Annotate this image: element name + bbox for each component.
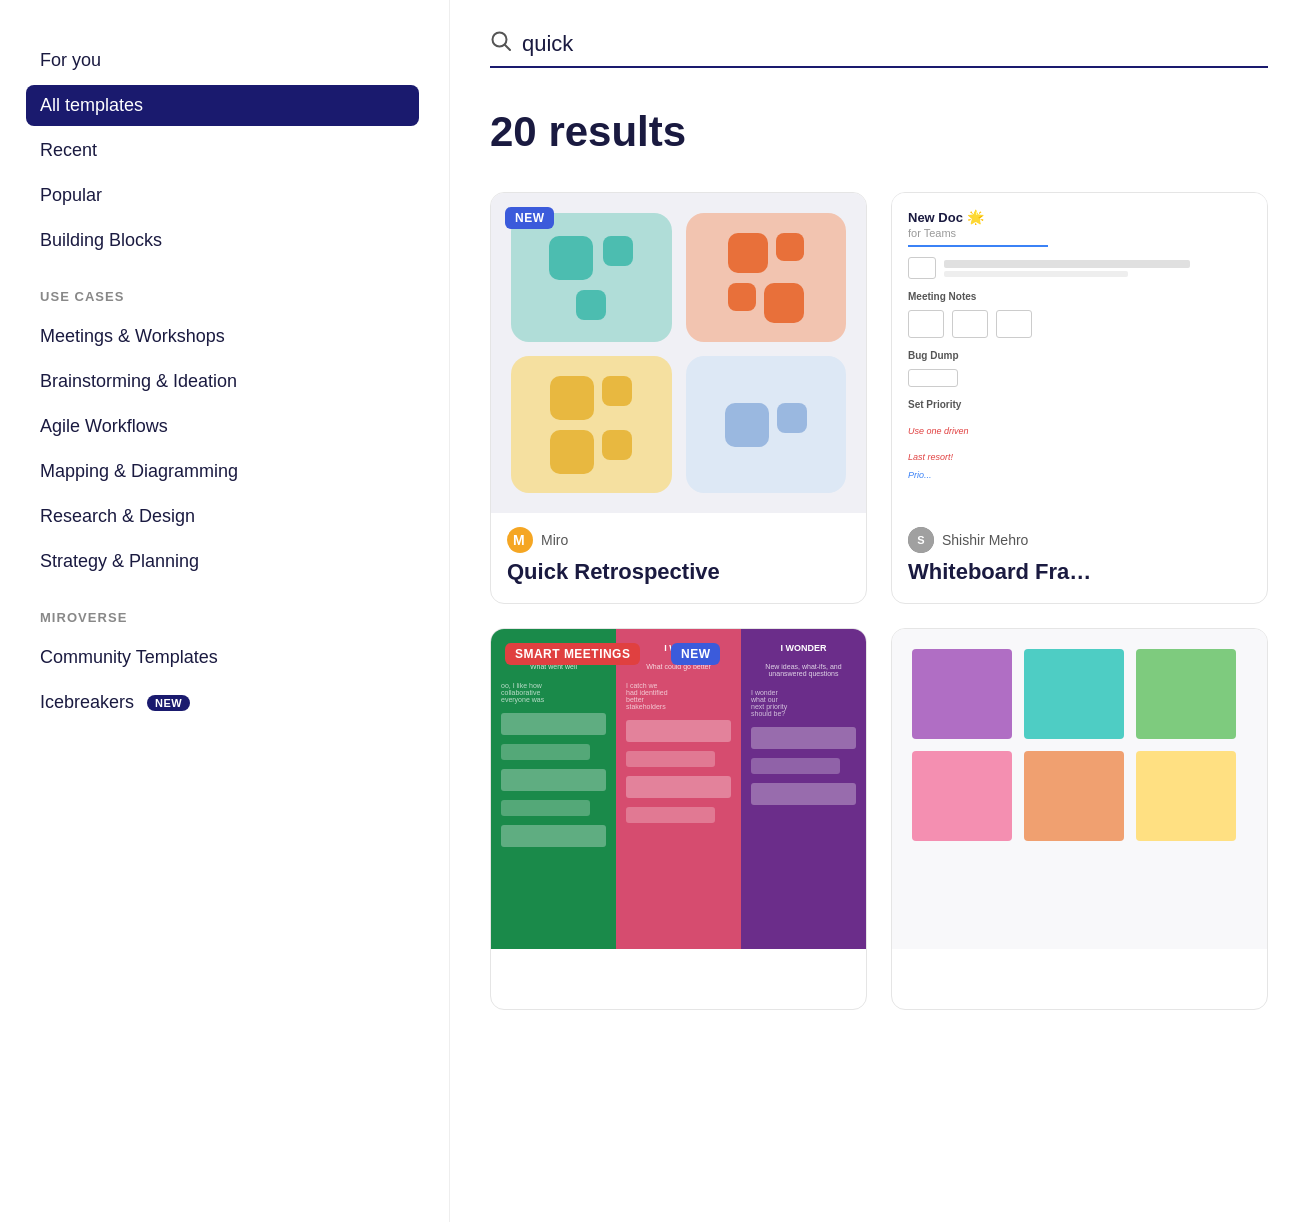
retro-quad-yellow (511, 356, 672, 493)
shape-yellow-lg (550, 376, 594, 420)
shape-blue-sm (777, 403, 807, 433)
card-title-quick-retrospective: Quick Retrospective (507, 559, 850, 585)
main-content: 20 results (450, 0, 1308, 1222)
card-image-smart-meetings: I LIKE What went well oo, I like howcoll… (491, 629, 866, 949)
smart-col-green: I LIKE What went well oo, I like howcoll… (491, 629, 616, 949)
sticky-green (1136, 649, 1236, 739)
svg-line-1 (505, 45, 510, 50)
card-smart-meetings[interactable]: I LIKE What went well oo, I like howcoll… (490, 628, 867, 1010)
shape-yellow-sm (602, 376, 632, 406)
miroverse-label: MIROVERSE (40, 610, 405, 625)
sidebar-item-recent[interactable]: Recent (26, 130, 419, 171)
sidebar-item-research-design[interactable]: Research & Design (26, 496, 419, 537)
card-badge-new: NEW (505, 207, 554, 229)
card-image-whiteboard: New Doc 🌟 for Teams Meeting (892, 193, 1267, 513)
shape-yellow-sm2 (602, 430, 632, 460)
smart-meetings-graphic: I LIKE What went well oo, I like howcoll… (491, 629, 866, 949)
sidebar-item-community-templates[interactable]: Community Templates (26, 637, 419, 678)
svg-text:M: M (513, 532, 525, 548)
sticky-pink (912, 751, 1012, 841)
card-body-sticky-notes (892, 949, 1267, 1009)
icebreakers-new-badge: NEW (147, 695, 190, 711)
shape-orange-lg (728, 233, 768, 273)
search-bar (490, 30, 1268, 68)
card-image-sticky-notes (892, 629, 1267, 949)
card-quick-retrospective[interactable]: NEW M Miro Quick Retrospective (490, 192, 867, 604)
card-body-smart-meetings (491, 949, 866, 1009)
miroverse-nav: Community Templates Icebreakers NEW (26, 637, 419, 723)
shape-teal-sm (603, 236, 633, 266)
sticky-yellow (1136, 751, 1236, 841)
retro-quad-blue (686, 356, 847, 493)
card-whiteboard-frame[interactable]: New Doc 🌟 for Teams Meeting (891, 192, 1268, 604)
search-icon (490, 30, 512, 58)
sidebar-item-for-you[interactable]: For you (26, 40, 419, 81)
card-author-miro: M Miro (507, 527, 850, 553)
use-cases-nav: Meetings & Workshops Brainstorming & Ide… (26, 316, 419, 582)
card-badge-smart-meetings: SMART MEETINGS (505, 643, 640, 665)
sidebar-item-brainstorming-ideation[interactable]: Brainstorming & Ideation (26, 361, 419, 402)
smart-col-pink: I WISH What could go better I catch weha… (616, 629, 741, 949)
shape-yellow-lg2 (550, 430, 594, 474)
shape-blue-lg (725, 403, 769, 447)
retro-quad-orange (686, 213, 847, 342)
use-cases-label: USE CASES (40, 289, 405, 304)
sidebar-item-agile-workflows[interactable]: Agile Workflows (26, 406, 419, 447)
sidebar-item-building-blocks[interactable]: Building Blocks (26, 220, 419, 261)
author-name-miro: Miro (541, 532, 568, 548)
sticky-orange (1024, 751, 1124, 841)
cards-grid: NEW M Miro Quick Retrospective (490, 192, 1268, 1010)
sidebar: For you All templates Recent Popular Bui… (0, 0, 450, 1222)
sidebar-item-mapping-diagramming[interactable]: Mapping & Diagramming (26, 451, 419, 492)
sidebar-item-icebreakers[interactable]: Icebreakers NEW (26, 682, 419, 723)
search-input[interactable] (522, 31, 1268, 57)
sticky-teal (1024, 649, 1124, 739)
author-name-shishir: Shishir Mehro (942, 532, 1028, 548)
card-badge-new2: NEW (671, 643, 720, 665)
sidebar-item-meetings-workshops[interactable]: Meetings & Workshops (26, 316, 419, 357)
shape-orange-sm (776, 233, 804, 261)
retro-quad-teal (511, 213, 672, 342)
results-heading: 20 results (490, 108, 1268, 156)
card-body-quick-retrospective: M Miro Quick Retrospective (491, 513, 866, 603)
shape-orange-sm2 (728, 283, 756, 311)
shape-teal-lg (549, 236, 593, 280)
sidebar-item-all-templates[interactable]: All templates (26, 85, 419, 126)
avatar-shishir: S (908, 527, 934, 553)
card-sticky-notes[interactable] (891, 628, 1268, 1010)
card-image-quick-retrospective: NEW (491, 193, 866, 513)
card-body-whiteboard: S Shishir Mehro Whiteboard Fra… (892, 513, 1267, 603)
sticky-notes-graphic (892, 629, 1267, 949)
shape-orange-lg2 (764, 283, 804, 323)
sidebar-item-popular[interactable]: Popular (26, 175, 419, 216)
top-nav: For you All templates Recent Popular Bui… (26, 40, 419, 261)
avatar-miro: M (507, 527, 533, 553)
smart-col-purple: I WONDER New ideas, what-ifs, and unansw… (741, 629, 866, 949)
sidebar-item-strategy-planning[interactable]: Strategy & Planning (26, 541, 419, 582)
card-author-shishir: S Shishir Mehro (908, 527, 1251, 553)
card-title-whiteboard: Whiteboard Fra… (908, 559, 1251, 585)
sticky-purple (912, 649, 1012, 739)
whiteboard-frame-graphic: New Doc 🌟 for Teams Meeting (892, 193, 1267, 513)
shape-teal-sm2 (576, 290, 606, 320)
